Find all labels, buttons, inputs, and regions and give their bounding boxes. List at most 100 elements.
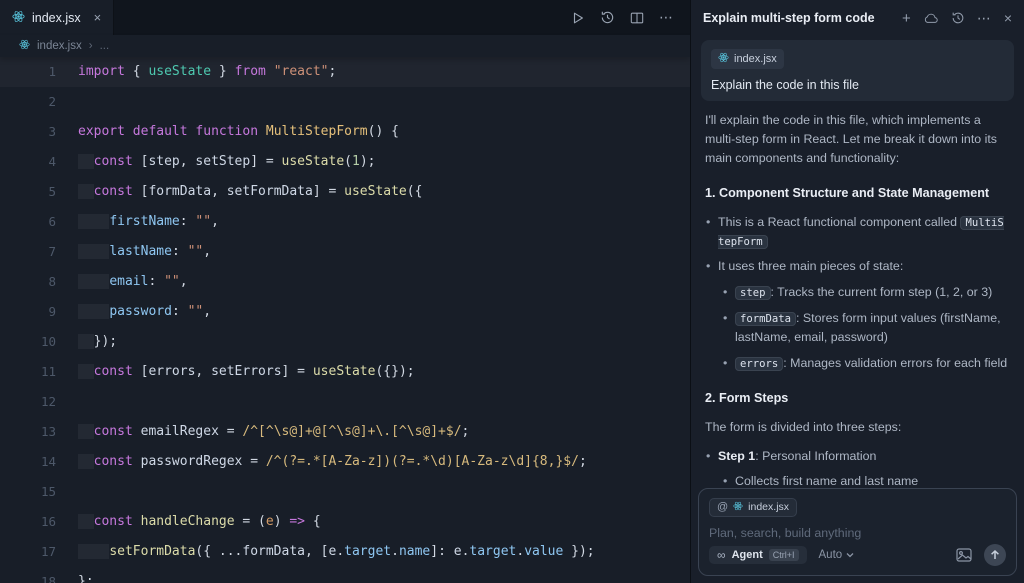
response-bullet: step: Tracks the current form step (1, 2… <box>722 283 1010 302</box>
send-button[interactable] <box>984 544 1006 566</box>
line-number: 7 <box>0 237 56 267</box>
code-line[interactable]: 7 lastName: "", <box>0 237 690 267</box>
code-line[interactable]: 1import { useState } from "react"; <box>0 57 690 87</box>
react-file-icon <box>19 39 30 53</box>
agent-shortcut: Ctrl+I <box>769 549 799 561</box>
ai-chat-panel: Explain multi-step form code + ⋯ × index… <box>690 0 1024 583</box>
chat-input-placeholder: Plan, search, build anything <box>709 526 1006 540</box>
code-text: const emailRegex = /^[^\s@]+@[^\s@]+\.[^… <box>56 417 469 447</box>
line-number: 17 <box>0 537 56 567</box>
line-number: 11 <box>0 357 56 387</box>
run-icon[interactable] <box>571 11 585 25</box>
response-paragraph: I'll explain the code in this file, whic… <box>705 111 1010 168</box>
code-line[interactable]: 6 firstName: "", <box>0 207 690 237</box>
model-label: Auto <box>819 549 843 561</box>
file-context-chip[interactable]: index.jsx <box>711 49 784 69</box>
at-icon: @ <box>717 501 728 513</box>
code-line[interactable]: 15 <box>0 477 690 507</box>
code-text: const [errors, setErrors] = useState({})… <box>56 357 415 387</box>
response-paragraph: The form is divided into three steps: <box>705 418 1010 437</box>
code-text: export default function MultiStepForm() … <box>56 117 399 147</box>
code-line[interactable]: 4 const [step, setStep] = useState(1); <box>0 147 690 177</box>
code-line[interactable]: 10 }); <box>0 327 690 357</box>
tab-close-icon[interactable]: × <box>94 10 102 25</box>
line-number: 12 <box>0 387 56 417</box>
chat-header: Explain multi-step form code + ⋯ × <box>691 0 1024 36</box>
line-number: 9 <box>0 297 56 327</box>
tab-index-jsx[interactable]: index.jsx × <box>0 0 114 35</box>
code-line[interactable]: 11 const [errors, setErrors] = useState(… <box>0 357 690 387</box>
code-text <box>56 87 78 117</box>
arrow-up-icon <box>989 549 1001 561</box>
line-number: 15 <box>0 477 56 507</box>
chat-input-toolbar: ∞ Agent Ctrl+I Auto <box>709 544 1006 566</box>
code-text: }; <box>56 567 94 583</box>
file-chip-label: index.jsx <box>734 53 777 65</box>
react-file-icon <box>718 52 729 66</box>
code-text: email: "", <box>56 267 188 297</box>
infinity-icon: ∞ <box>717 549 726 561</box>
code-line[interactable]: 9 password: "", <box>0 297 690 327</box>
attach-image-icon[interactable] <box>956 548 972 562</box>
response-bullet: formData: Stores form input values (firs… <box>722 309 1010 347</box>
model-selector[interactable]: Auto <box>819 549 855 561</box>
cloud-icon[interactable] <box>923 12 939 24</box>
code-line[interactable]: 12 <box>0 387 690 417</box>
line-number: 1 <box>0 57 56 87</box>
history-icon[interactable] <box>600 10 615 25</box>
code-text: const [step, setStep] = useState(1); <box>56 147 375 177</box>
code-line[interactable]: 14 const passwordRegex = /^(?=.*[A-Za-z]… <box>0 447 690 477</box>
breadcrumb-file[interactable]: index.jsx <box>37 40 82 52</box>
context-chip-label: index.jsx <box>748 501 789 513</box>
line-number: 3 <box>0 117 56 147</box>
more-icon[interactable]: ⋯ <box>977 10 992 27</box>
response-bullet: errors: Manages validation errors for ea… <box>722 354 1010 373</box>
line-number: 8 <box>0 267 56 297</box>
breadcrumb-more[interactable]: ... <box>100 40 110 52</box>
line-number: 16 <box>0 507 56 537</box>
code-text: import { useState } from "react"; <box>56 57 336 87</box>
more-actions-icon[interactable]: ⋯ <box>659 9 674 26</box>
code-line[interactable]: 17 setFormData({ ...formData, [e.target.… <box>0 537 690 567</box>
code-line[interactable]: 16 const handleChange = (e) => { <box>0 507 690 537</box>
response-bullet: It uses three main pieces of state: <box>705 257 1010 276</box>
context-chip[interactable]: @ index.jsx <box>709 498 797 517</box>
code-line[interactable]: 18}; <box>0 567 690 583</box>
react-file-icon <box>12 10 25 26</box>
breadcrumb: index.jsx › ... <box>0 35 690 57</box>
chevron-down-icon <box>846 552 854 558</box>
react-file-icon <box>733 501 743 514</box>
chat-messages: I'll explain the code in this file, whic… <box>691 111 1024 543</box>
user-message-text: Explain the code in this file <box>711 78 1004 92</box>
response-heading: 1. Component Structure and State Managem… <box>705 184 1010 203</box>
split-editor-icon[interactable] <box>630 11 644 25</box>
line-number: 6 <box>0 207 56 237</box>
user-message-card: index.jsx Explain the code in this file <box>701 40 1014 101</box>
agent-mode-selector[interactable]: ∞ Agent Ctrl+I <box>709 546 807 564</box>
code-line[interactable]: 8 email: "", <box>0 267 690 297</box>
line-number: 4 <box>0 147 56 177</box>
agent-mode-label: Agent <box>732 549 763 561</box>
editor-pane: index.jsx × ⋯ index.jsx › ... 1import { … <box>0 0 690 583</box>
chat-header-icons: + ⋯ × <box>902 10 1012 27</box>
response-bullet: This is a React functional component cal… <box>705 213 1010 251</box>
code-line[interactable]: 13 const emailRegex = /^[^\s@]+@[^\s@]+\… <box>0 417 690 447</box>
chat-input[interactable]: @ index.jsx Plan, search, build anything… <box>698 488 1017 576</box>
response-heading: 2. Form Steps <box>705 389 1010 408</box>
code-line[interactable]: 5 const [formData, setFormData] = useSta… <box>0 177 690 207</box>
close-icon[interactable]: × <box>1004 10 1012 26</box>
code-text: const handleChange = (e) => { <box>56 507 321 537</box>
line-number: 5 <box>0 177 56 207</box>
history-icon[interactable] <box>951 11 965 25</box>
code-text: const passwordRegex = /^(?=.*[A-Za-z])(?… <box>56 447 587 477</box>
code-text: firstName: "", <box>56 207 219 237</box>
line-number: 18 <box>0 567 56 583</box>
code-lines: 1import { useState } from "react";23expo… <box>0 57 690 583</box>
line-number: 10 <box>0 327 56 357</box>
code-line[interactable]: 2 <box>0 87 690 117</box>
new-chat-icon[interactable]: + <box>902 10 911 27</box>
tab-label: index.jsx <box>32 11 81 25</box>
code-text <box>56 477 78 507</box>
editor-tab-bar: index.jsx × ⋯ <box>0 0 690 35</box>
code-line[interactable]: 3export default function MultiStepForm()… <box>0 117 690 147</box>
